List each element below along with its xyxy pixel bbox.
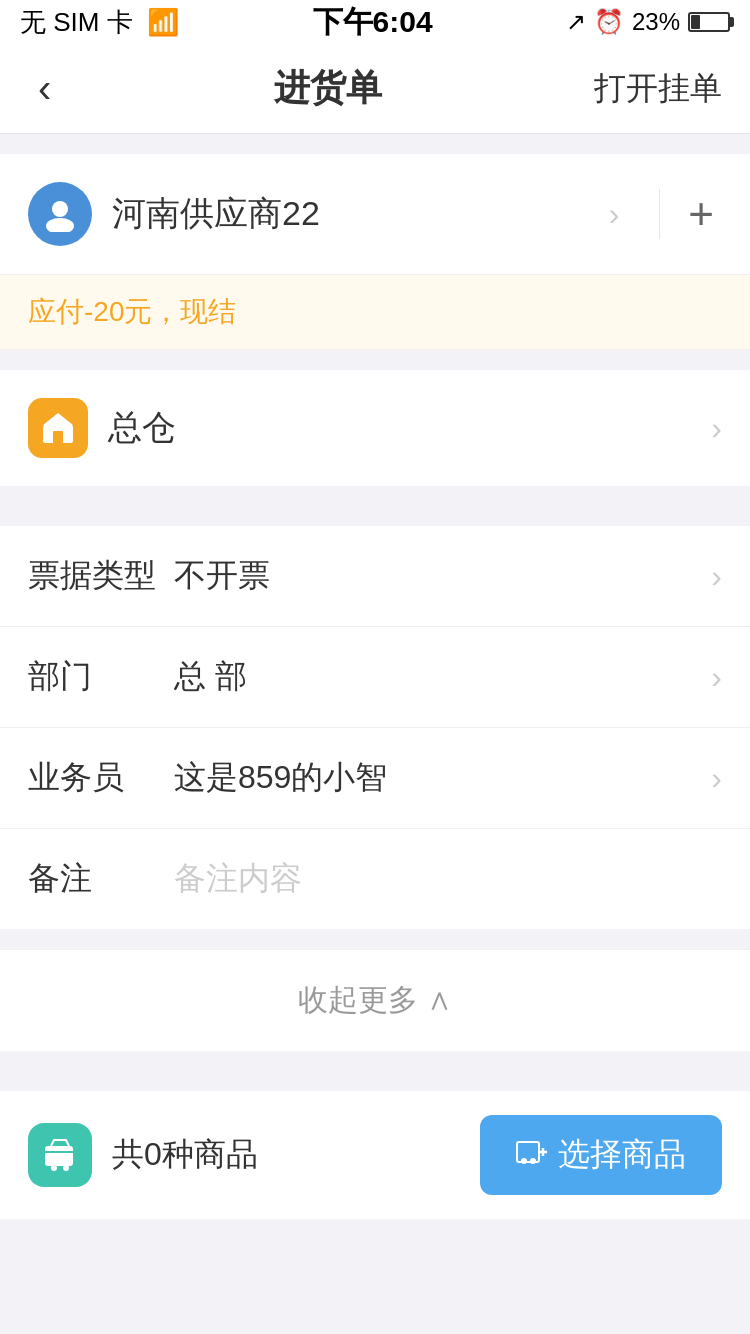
remark-row[interactable]: 备注 备注内容	[0, 829, 750, 929]
cart-icon	[41, 1136, 79, 1174]
warehouse-icon	[41, 411, 75, 445]
collapse-label: 收起更多 ∧	[298, 980, 451, 1021]
select-product-button[interactable]: 选择商品	[480, 1115, 722, 1195]
svg-point-6	[51, 1165, 57, 1171]
department-key: 部门	[28, 655, 158, 699]
battery-percent: 23%	[632, 8, 680, 36]
warehouse-row[interactable]: 总仓 ›	[0, 370, 750, 486]
svg-marker-3	[43, 413, 73, 425]
form-section: 票据类型 不开票 › 部门 总 部 › 业务员 这是859的小智 › 备注 备注…	[0, 526, 750, 929]
supplier-row[interactable]: 河南供应商22 › +	[0, 154, 750, 275]
svg-rect-8	[517, 1142, 539, 1162]
warehouse-icon-bg	[28, 398, 88, 458]
location-icon: ↗	[566, 8, 586, 36]
select-product-icon	[516, 1138, 548, 1173]
balance-notice: 应付-20元，现结	[0, 275, 750, 350]
product-count-label: 共0种商品	[112, 1133, 480, 1177]
warehouse-card: 总仓 ›	[0, 370, 750, 486]
back-button[interactable]: ‹	[28, 56, 61, 121]
remark-input[interactable]: 备注内容	[174, 857, 722, 901]
supplier-name: 河南供应商22	[112, 191, 609, 237]
status-time: 下午6:04	[313, 2, 433, 43]
nav-bar: ‹ 进货单 打开挂单	[0, 44, 750, 134]
supplier-chevron-icon: ›	[609, 196, 620, 233]
supplier-avatar	[28, 182, 92, 246]
svg-point-7	[63, 1165, 69, 1171]
bill-type-row[interactable]: 票据类型 不开票 ›	[0, 526, 750, 627]
user-icon	[42, 196, 78, 232]
status-left: 无 SIM 卡 📶	[20, 5, 179, 40]
svg-point-12	[530, 1158, 536, 1164]
svg-point-1	[46, 218, 74, 232]
svg-point-11	[521, 1158, 527, 1164]
svg-point-0	[52, 201, 68, 217]
status-bar: 无 SIM 卡 📶 下午6:04 ↗ ⏰ 23%	[0, 0, 750, 44]
warehouse-label: 总仓	[108, 405, 711, 451]
add-supplier-button[interactable]: +	[680, 189, 722, 239]
battery-icon	[688, 12, 730, 32]
product-icon-bg	[28, 1123, 92, 1187]
bill-type-key: 票据类型	[28, 554, 158, 598]
page-title: 进货单	[274, 64, 382, 113]
collapse-button[interactable]: 收起更多 ∧	[0, 949, 750, 1051]
open-pending-button[interactable]: 打开挂单	[594, 67, 722, 111]
salesperson-value: 这是859的小智	[174, 756, 701, 800]
salesperson-row[interactable]: 业务员 这是859的小智 ›	[0, 728, 750, 829]
warehouse-chevron-icon: ›	[711, 410, 722, 447]
bill-type-value: 不开票	[174, 554, 701, 598]
select-product-label: 选择商品	[558, 1133, 686, 1177]
supplier-card: 河南供应商22 › + 应付-20元，现结	[0, 154, 750, 350]
salesperson-key: 业务员	[28, 756, 158, 800]
salesperson-chevron-icon: ›	[711, 760, 722, 797]
vertical-divider	[659, 189, 660, 239]
alarm-icon: ⏰	[594, 8, 624, 36]
department-value: 总 部	[174, 655, 701, 699]
department-chevron-icon: ›	[711, 659, 722, 696]
bill-type-chevron-icon: ›	[711, 558, 722, 595]
status-right: ↗ ⏰ 23%	[566, 8, 730, 36]
bottom-section: 共0种商品 选择商品	[0, 1091, 750, 1219]
svg-rect-5	[45, 1146, 73, 1166]
department-row[interactable]: 部门 总 部 ›	[0, 627, 750, 728]
svg-rect-4	[53, 431, 63, 443]
remark-key: 备注	[28, 857, 158, 901]
